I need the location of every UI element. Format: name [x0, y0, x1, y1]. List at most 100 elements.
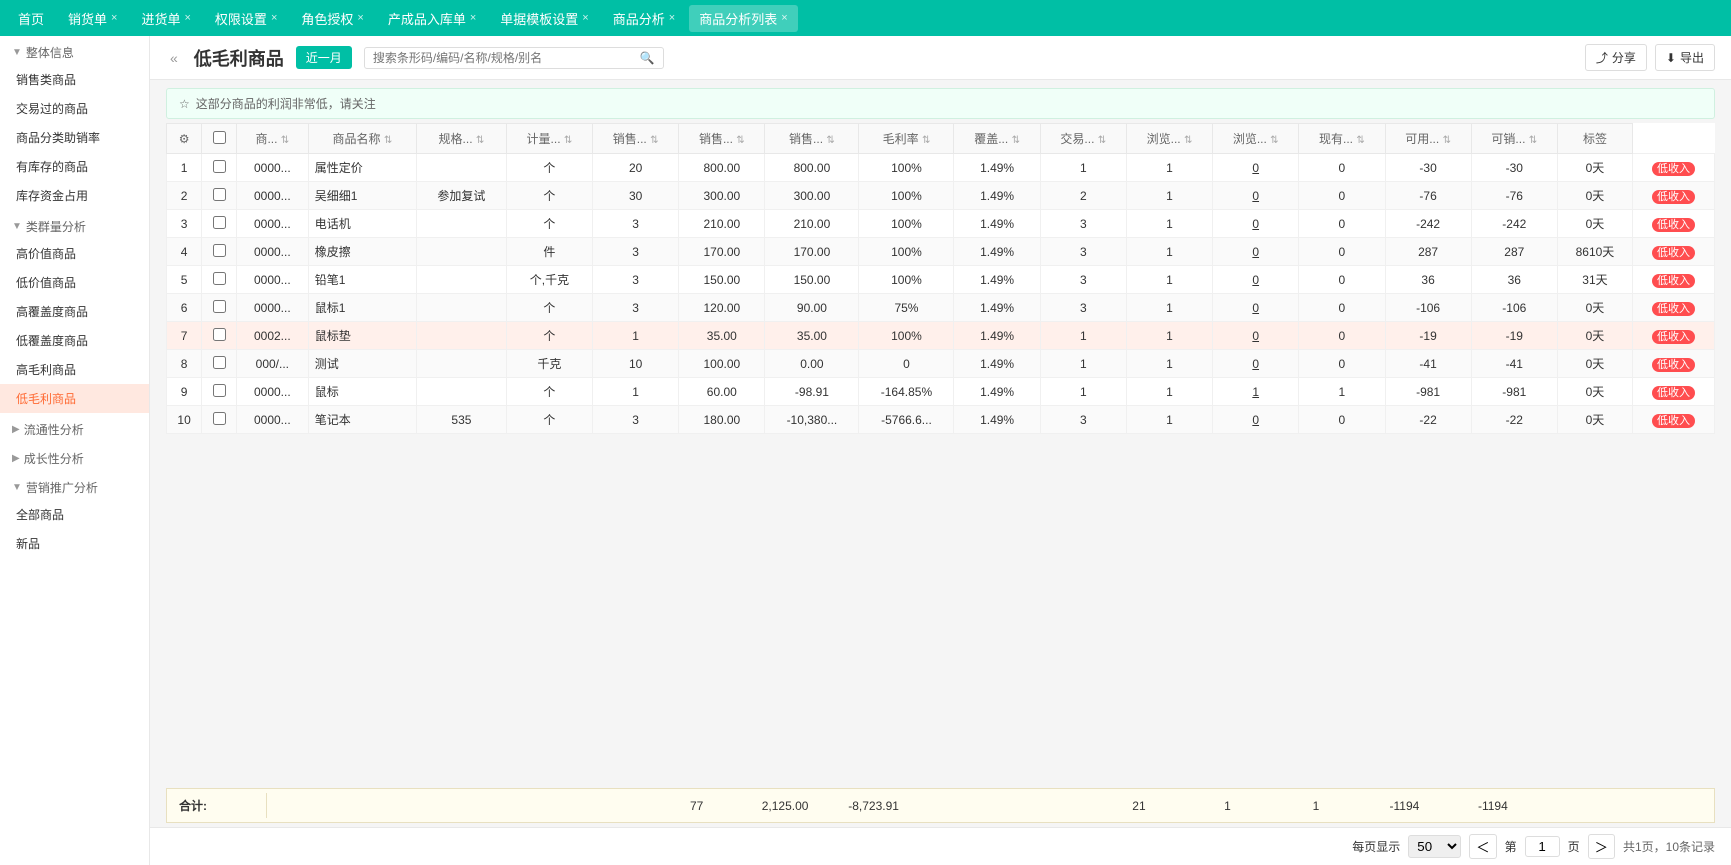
sidebar-item-high-coverage[interactable]: 高覆盖度商品	[0, 297, 149, 326]
sidebar-group-overall[interactable]: ▼ 整体信息	[0, 36, 149, 65]
nav-goods-analysis[interactable]: 商品分析 ×	[603, 5, 685, 32]
th-browse2[interactable]: 浏览... ⇅	[1213, 124, 1299, 154]
nav-permissions[interactable]: 权限设置 ×	[205, 5, 287, 32]
cell-stock: 36	[1385, 266, 1471, 294]
nav-finished-goods[interactable]: 产成品入库单 ×	[378, 5, 486, 32]
nav-close-purchase[interactable]: ×	[184, 12, 190, 24]
row-checkbox[interactable]	[213, 328, 226, 341]
cell-name[interactable]: 笔记本	[308, 406, 416, 434]
th-tag[interactable]: 标签	[1557, 124, 1632, 154]
cell-name[interactable]: 属性定价	[308, 154, 416, 182]
cell-coverage: 1	[1040, 154, 1126, 182]
th-code[interactable]: 商... ⇅	[236, 124, 308, 154]
nav-goods-analysis-list[interactable]: 商品分析列表 ×	[689, 5, 797, 32]
th-browse1[interactable]: 浏览... ⇅	[1126, 124, 1212, 154]
cell-browse1[interactable]: 0	[1213, 406, 1299, 434]
cell-browse1[interactable]: 0	[1213, 154, 1299, 182]
th-spec[interactable]: 规格... ⇅	[417, 124, 507, 154]
row-checkbox[interactable]	[213, 412, 226, 425]
sidebar-item-low-value[interactable]: 低价值商品	[0, 268, 149, 297]
cell-browse1[interactable]: 0	[1213, 238, 1299, 266]
cell-saleable: 0天	[1557, 294, 1632, 322]
nav-close-finished-goods[interactable]: ×	[470, 12, 476, 24]
cell-name[interactable]: 鼠标1	[308, 294, 416, 322]
row-checkbox[interactable]	[213, 300, 226, 313]
th-sale-amt2[interactable]: 销售... ⇅	[765, 124, 859, 154]
sidebar-item-sales-goods[interactable]: 销售类商品	[0, 65, 149, 94]
prev-page-button[interactable]: ＜	[1469, 834, 1496, 859]
th-unit[interactable]: 计量... ⇅	[506, 124, 592, 154]
filter-recent-month-button[interactable]: 近一月	[296, 46, 352, 69]
cell-browse1[interactable]: 0	[1213, 266, 1299, 294]
nav-roles[interactable]: 角色授权 ×	[291, 5, 373, 32]
th-coverage[interactable]: 覆盖... ⇅	[954, 124, 1040, 154]
th-settings[interactable]: ⚙	[167, 124, 202, 154]
per-page-select[interactable]: 50 100 200	[1408, 835, 1461, 858]
cell-browse1[interactable]: 0	[1213, 182, 1299, 210]
next-page-button[interactable]: ＞	[1588, 834, 1615, 859]
nav-close-permissions[interactable]: ×	[271, 12, 277, 24]
sidebar-item-traded-goods[interactable]: 交易过的商品	[0, 94, 149, 123]
cell-name[interactable]: 铅笔1	[308, 266, 416, 294]
cell-browse1[interactable]: 1	[1213, 378, 1299, 406]
nav-close-template[interactable]: ×	[582, 12, 588, 24]
th-trade[interactable]: 交易... ⇅	[1040, 124, 1126, 154]
nav-close-goods-analysis-list[interactable]: ×	[781, 12, 787, 24]
th-name[interactable]: 商品名称 ⇅	[308, 124, 416, 154]
nav-close-sales[interactable]: ×	[111, 12, 117, 24]
cell-name[interactable]: 电话机	[308, 210, 416, 238]
cell-browse1[interactable]: 0	[1213, 210, 1299, 238]
select-all-checkbox[interactable]	[213, 131, 226, 144]
cell-sale-amt: 60.00	[679, 378, 765, 406]
page-number-input[interactable]	[1525, 836, 1560, 857]
search-icon[interactable]: 🔍	[640, 51, 655, 65]
nav-close-goods-analysis[interactable]: ×	[669, 12, 675, 24]
th-stock[interactable]: 现有... ⇅	[1299, 124, 1385, 154]
sidebar-group-circulation[interactable]: ▶ 流通性分析	[0, 413, 149, 442]
row-checkbox[interactable]	[213, 356, 226, 369]
sidebar-group-growth[interactable]: ▶ 成长性分析	[0, 442, 149, 471]
cell-name[interactable]: 鼠标	[308, 378, 416, 406]
sidebar-item-in-stock[interactable]: 有库存的商品	[0, 152, 149, 181]
sidebar-item-low-margin[interactable]: 低毛利商品	[0, 384, 149, 413]
nav-home[interactable]: 首页	[8, 5, 54, 32]
nav-template[interactable]: 单据模板设置 ×	[490, 5, 598, 32]
sidebar-item-category-rate[interactable]: 商品分类助销率	[0, 123, 149, 152]
row-checkbox[interactable]	[213, 216, 226, 229]
sidebar-group-marketing[interactable]: ▼ 营销推广分析	[0, 471, 149, 500]
cell-name[interactable]: 橡皮擦	[308, 238, 416, 266]
cell-browse1[interactable]: 0	[1213, 294, 1299, 322]
export-button[interactable]: ⬇ 导出	[1655, 44, 1715, 71]
cell-sale-amt: 35.00	[679, 322, 765, 350]
th-avail[interactable]: 可用... ⇅	[1385, 124, 1471, 154]
cell-browse1[interactable]: 0	[1213, 350, 1299, 378]
th-sale-amt[interactable]: 销售... ⇅	[679, 124, 765, 154]
sidebar-item-low-coverage[interactable]: 低覆盖度商品	[0, 326, 149, 355]
row-checkbox[interactable]	[213, 272, 226, 285]
sidebar-item-stock-capital[interactable]: 库存资金占用	[0, 181, 149, 210]
row-checkbox[interactable]	[213, 160, 226, 173]
row-checkbox[interactable]	[213, 188, 226, 201]
sidebar-item-new-goods[interactable]: 新品	[0, 529, 149, 558]
th-sale-qty[interactable]: 销售... ⇅	[593, 124, 679, 154]
sidebar-item-all-goods[interactable]: 全部商品	[0, 500, 149, 529]
nav-sales[interactable]: 销货单 ×	[58, 5, 127, 32]
th-gross-rate[interactable]: 毛利率 ⇅	[859, 124, 954, 154]
cell-name[interactable]: 吴细细1	[308, 182, 416, 210]
th-saleable[interactable]: 可销... ⇅	[1471, 124, 1557, 154]
table-row: 9 0000... 鼠标 个 1 60.00 -98.91 -164.85% 1…	[167, 378, 1715, 406]
sidebar-group-cluster[interactable]: ▼ 类群量分析	[0, 210, 149, 239]
cell-checkbox	[202, 266, 237, 294]
nav-purchase[interactable]: 进货单 ×	[131, 5, 200, 32]
cell-name[interactable]: 测试	[308, 350, 416, 378]
search-input[interactable]	[373, 51, 634, 65]
sidebar-collapse-button[interactable]: «	[166, 48, 182, 68]
row-checkbox[interactable]	[213, 244, 226, 257]
share-button[interactable]: ⤴ 分享	[1585, 44, 1647, 71]
nav-close-roles[interactable]: ×	[357, 12, 363, 24]
cell-name[interactable]: 鼠标垫	[308, 322, 416, 350]
sidebar-item-high-value[interactable]: 高价值商品	[0, 239, 149, 268]
cell-browse1[interactable]: 0	[1213, 322, 1299, 350]
row-checkbox[interactable]	[213, 384, 226, 397]
sidebar-item-high-margin[interactable]: 高毛利商品	[0, 355, 149, 384]
